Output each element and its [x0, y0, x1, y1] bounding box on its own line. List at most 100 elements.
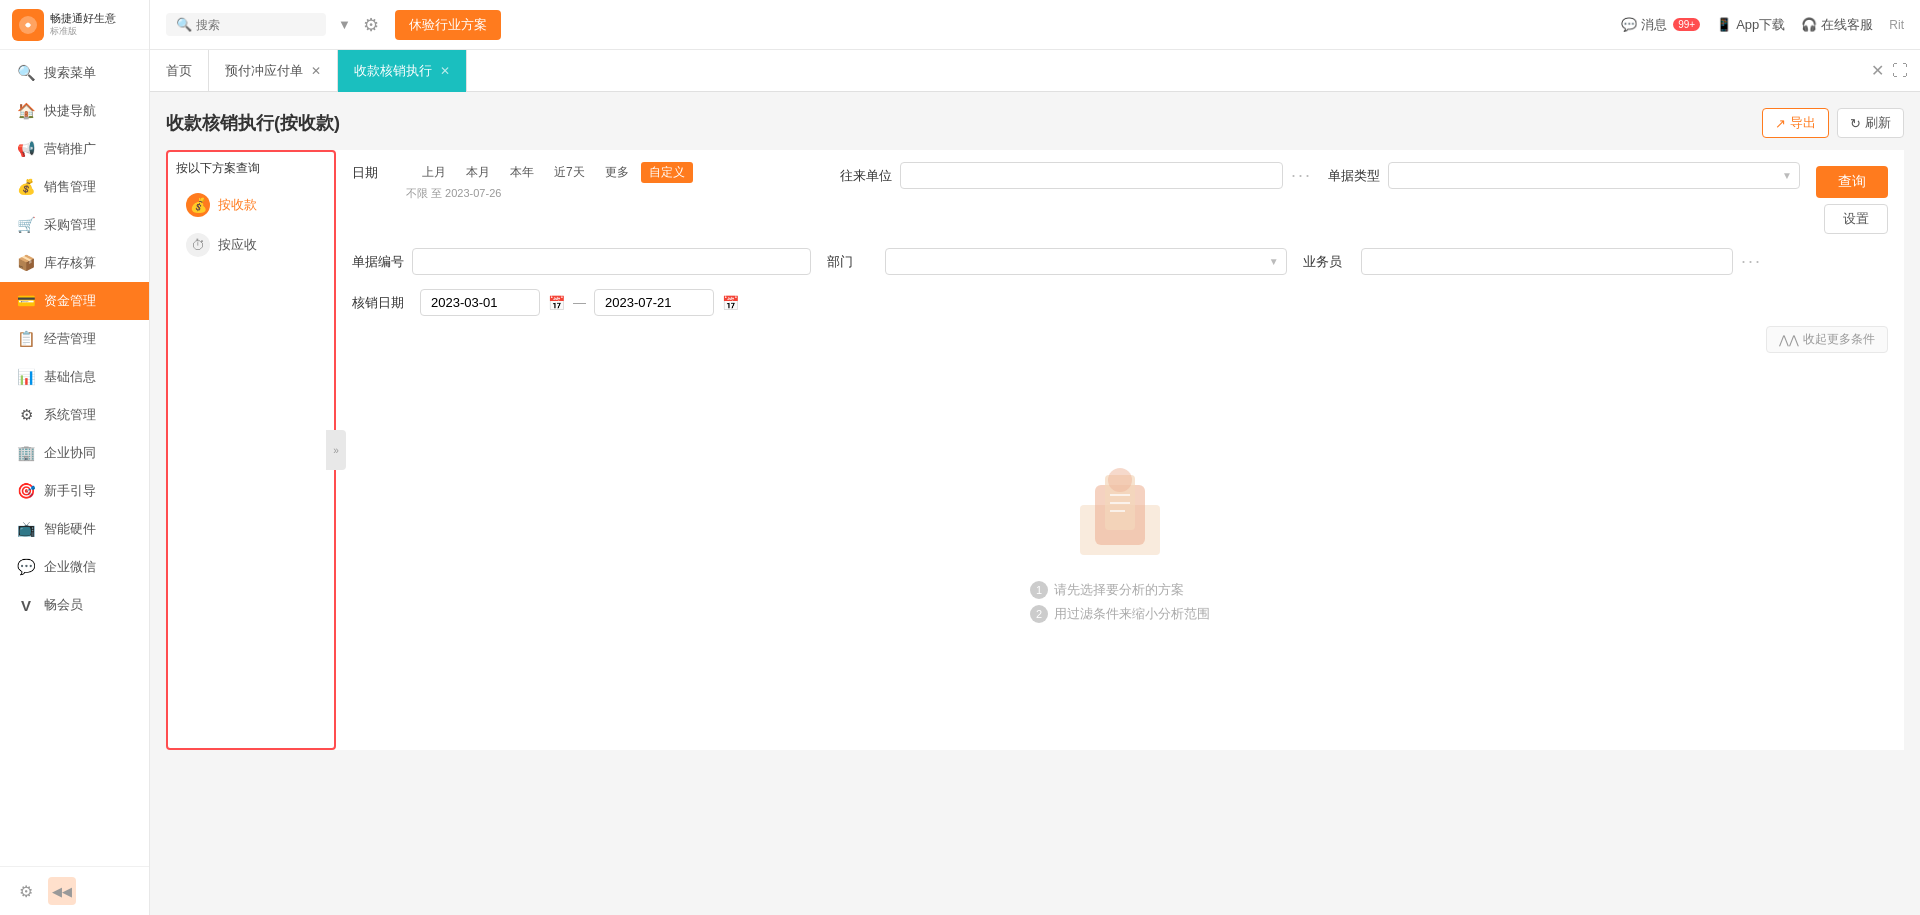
salesperson-input[interactable]	[1361, 248, 1733, 275]
department-label: 部门	[827, 253, 877, 271]
tabbar: 首页 预付冲应付单 ✕ 收款核销执行 ✕ ✕ ⛶	[150, 50, 1920, 92]
logo-icon	[12, 9, 44, 41]
sidebar-item-finance[interactable]: 💳 资金管理	[0, 282, 149, 320]
counterparty-more-button[interactable]: ···	[1291, 165, 1312, 186]
message-badge: 99+	[1673, 18, 1700, 31]
collapse-conditions-button[interactable]: ⋀⋀ 收起更多条件	[1766, 326, 1888, 353]
filter-option-by-receipt[interactable]: 💰 按收款	[176, 185, 326, 225]
refresh-button[interactable]: ↻ 刷新	[1837, 108, 1904, 138]
sidebar-item-guide[interactable]: 🎯 新手引导	[0, 472, 149, 510]
sidebar-settings-button[interactable]: ⚙	[12, 877, 40, 905]
offset-date-end-input[interactable]	[594, 289, 714, 316]
message-button[interactable]: 💬 消息 99+	[1621, 16, 1700, 34]
department-select[interactable]	[885, 248, 1286, 275]
salesperson-more-button[interactable]: ···	[1741, 251, 1762, 272]
page-content: 收款核销执行(按收款) ↗ 导出 ↻ 刷新 按以下方案查询 💰 按收款	[150, 92, 1920, 915]
by-receivable-icon: ⏱	[186, 233, 210, 257]
offset-date-start-input[interactable]	[420, 289, 540, 316]
sidebar-item-marketing[interactable]: 📢 营销推广	[0, 130, 149, 168]
empty-illustration	[1060, 445, 1180, 565]
user-name[interactable]: Rit	[1889, 18, 1904, 32]
industry-solution-button[interactable]: 休验行业方案	[395, 10, 501, 40]
operation-icon: 📋	[16, 330, 36, 348]
date-btn-this-month[interactable]: 本月	[458, 162, 498, 183]
wechat-icon: 💬	[16, 558, 36, 576]
page-title: 收款核销执行(按收款)	[166, 111, 340, 135]
calendar-start-icon[interactable]: 📅	[548, 295, 565, 311]
purchase-icon: 🛒	[16, 216, 36, 234]
online-service-button[interactable]: 🎧 在线客服	[1801, 16, 1873, 34]
filter-option-by-receivable[interactable]: ⏱ 按应收	[176, 225, 326, 265]
refresh-icon: ↻	[1850, 116, 1861, 131]
sidebar-item-sales[interactable]: 💰 销售管理	[0, 168, 149, 206]
content-body: 按以下方案查询 💰 按收款 ⏱ 按应收 » 日期	[166, 150, 1904, 750]
headset-icon: 🎧	[1801, 17, 1817, 32]
quick-nav-icon: 🏠	[16, 102, 36, 120]
sidebar-item-basic-info[interactable]: 📊 基础信息	[0, 358, 149, 396]
app-download-button[interactable]: 📱 App下载	[1716, 16, 1785, 34]
sidebar-collapse-button[interactable]: ◀◀	[48, 877, 76, 905]
search-input[interactable]	[196, 18, 316, 32]
app-logo: 畅捷通好生意 标准版	[0, 0, 149, 50]
tab-controls: ✕ ⛶	[1871, 61, 1920, 80]
topbar: 🔍 ▼ ⚙ 休验行业方案 💬 消息 99+ 📱 App下载 🎧 在线客服 Rit	[150, 0, 1920, 50]
tab-home[interactable]: 首页	[150, 50, 209, 92]
counterparty-input[interactable]	[900, 162, 1283, 189]
svg-point-4	[1108, 468, 1132, 492]
empty-hint-1: 1 请先选择要分析的方案	[1030, 581, 1210, 599]
sidebar-item-hardware[interactable]: 📺 智能硬件	[0, 510, 149, 548]
search-icon: 🔍	[176, 17, 192, 32]
tab-close-all-button[interactable]: ✕	[1871, 61, 1884, 80]
tab-prepay-offset[interactable]: 预付冲应付单 ✕	[209, 50, 338, 92]
topbar-left: 🔍 ▼ ⚙ 休验行业方案	[166, 10, 501, 40]
date-separator: —	[573, 295, 586, 310]
export-icon: ↗	[1775, 116, 1786, 131]
topbar-gear-icon[interactable]: ⚙	[363, 14, 379, 36]
sidebar-item-wechat[interactable]: 💬 企业微信	[0, 548, 149, 586]
message-icon: 💬	[1621, 17, 1637, 32]
query-button[interactable]: 查询	[1816, 166, 1888, 198]
tab-maximize-button[interactable]: ⛶	[1892, 62, 1908, 80]
tab-receivable-offset[interactable]: 收款核销执行 ✕	[338, 50, 467, 92]
sidebar-item-enterprise[interactable]: 🏢 企业协同	[0, 434, 149, 472]
basic-info-icon: 📊	[16, 368, 36, 386]
salesperson-label: 业务员	[1303, 253, 1353, 271]
date-btn-more[interactable]: 更多	[597, 162, 637, 183]
sidebar-item-operation[interactable]: 📋 经营管理	[0, 320, 149, 358]
sidebar-item-purchase[interactable]: 🛒 采购管理	[0, 206, 149, 244]
doc-type-select[interactable]	[1388, 162, 1800, 189]
settings-button[interactable]: 设置	[1824, 204, 1888, 234]
tab-close-prepay[interactable]: ✕	[311, 64, 321, 78]
query-area: 日期 上月 本月 本年 近7天 更多 自定义 不限 至 2023-0	[336, 150, 1904, 750]
counterparty-label: 往来单位	[840, 167, 892, 185]
enterprise-icon: 🏢	[16, 444, 36, 462]
sidebar: 畅捷通好生意 标准版 🔍 搜索菜单 🏠 快捷导航 📢 营销推广 💰 销售管理 🛒…	[0, 0, 150, 915]
sidebar-item-quick-nav[interactable]: 🏠 快捷导航	[0, 92, 149, 130]
sidebar-item-inventory[interactable]: 📦 库存核算	[0, 244, 149, 282]
date-btn-custom[interactable]: 自定义	[641, 162, 693, 183]
topbar-search-box: 🔍	[166, 13, 326, 36]
export-button[interactable]: ↗ 导出	[1762, 108, 1829, 138]
member-icon: V	[16, 597, 36, 614]
doc-number-input[interactable]	[412, 248, 811, 275]
date-btn-last-month[interactable]: 上月	[414, 162, 454, 183]
date-hint: 不限 至 2023-07-26	[406, 187, 501, 199]
query-actions: 查询 设置	[1816, 162, 1888, 234]
filter-panel-collapse-button[interactable]: »	[326, 430, 346, 470]
date-btn-last-7days[interactable]: 近7天	[546, 162, 593, 183]
sidebar-item-member[interactable]: V 畅会员	[0, 586, 149, 624]
topbar-dropdown-icon[interactable]: ▼	[338, 17, 351, 32]
filter-panel: 按以下方案查询 💰 按收款 ⏱ 按应收 »	[166, 150, 336, 750]
app-badge: 标准版	[50, 25, 116, 38]
tab-close-receivable[interactable]: ✕	[440, 64, 450, 78]
empty-hint-2: 2 用过滤条件来缩小分析范围	[1030, 605, 1210, 623]
sidebar-item-search-menu[interactable]: 🔍 搜索菜单	[0, 54, 149, 92]
empty-hints: 1 请先选择要分析的方案 2 用过滤条件来缩小分析范围	[1030, 581, 1210, 629]
date-label: 日期	[352, 164, 402, 182]
hint-num-1: 1	[1030, 581, 1048, 599]
app-name: 畅捷通好生意	[50, 11, 116, 25]
chevron-up-icon: ⋀⋀	[1779, 333, 1799, 347]
calendar-end-icon[interactable]: 📅	[722, 295, 739, 311]
date-btn-this-year[interactable]: 本年	[502, 162, 542, 183]
sidebar-item-system[interactable]: ⚙ 系统管理	[0, 396, 149, 434]
